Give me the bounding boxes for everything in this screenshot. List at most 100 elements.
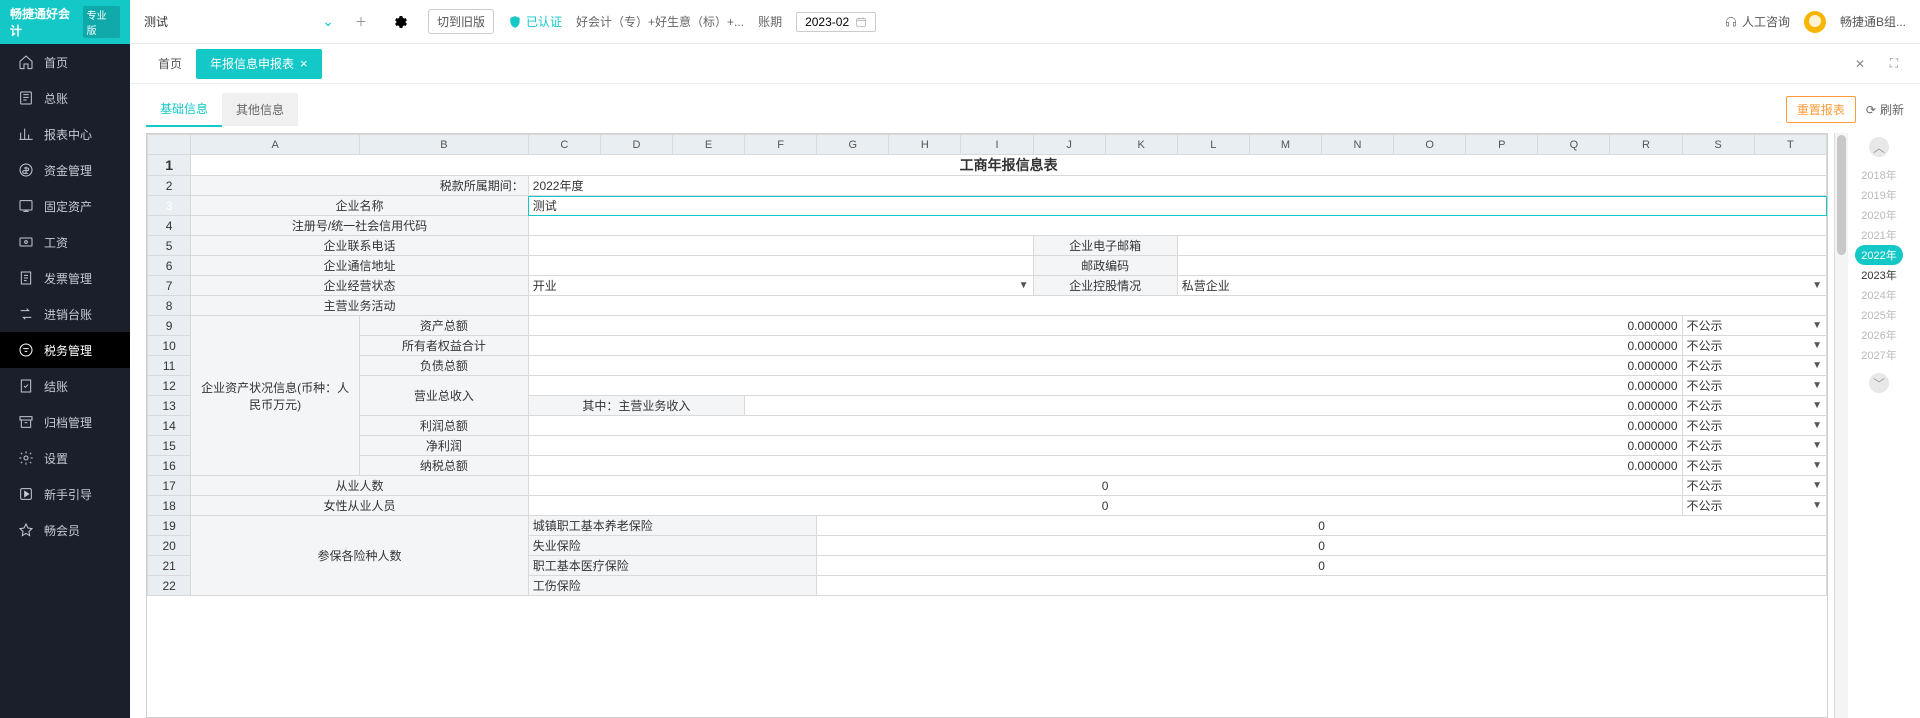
- col-header[interactable]: N: [1321, 135, 1393, 155]
- year-option[interactable]: 2018年: [1855, 165, 1902, 185]
- row-header[interactable]: 5: [148, 236, 191, 256]
- cell[interactable]: 0.000000: [528, 336, 1682, 356]
- subtab-other[interactable]: 其他信息: [222, 93, 298, 126]
- chevron-down-icon[interactable]: ▼: [1019, 280, 1029, 291]
- cell[interactable]: 不公示▼: [1682, 316, 1826, 336]
- tab-annual-report[interactable]: 年报信息申报表 ×: [196, 49, 322, 79]
- cell[interactable]: 企业电子邮箱: [1033, 236, 1177, 256]
- row-header[interactable]: 11: [148, 356, 191, 376]
- cell[interactable]: 失业保险: [528, 536, 816, 556]
- cell[interactable]: 税款所属期间：: [191, 176, 529, 196]
- year-prev-button[interactable]: ︿: [1869, 137, 1889, 157]
- company-selector[interactable]: 测试 ⌄: [144, 8, 334, 36]
- tab-home[interactable]: 首页: [144, 44, 196, 84]
- cell[interactable]: 净利润: [360, 436, 529, 456]
- sidebar-item-guide[interactable]: 新手引导: [0, 476, 130, 512]
- cell[interactable]: 其中：主营业务收入: [528, 396, 744, 416]
- cell[interactable]: 不公示▼: [1682, 456, 1826, 476]
- cell[interactable]: 女性从业人员: [191, 496, 529, 516]
- cell[interactable]: 企业联系电话: [191, 236, 529, 256]
- row-header[interactable]: 9: [148, 316, 191, 336]
- year-option[interactable]: 2021年: [1855, 225, 1902, 245]
- user-avatar[interactable]: [1804, 11, 1826, 33]
- col-header[interactable]: L: [1177, 135, 1249, 155]
- cell[interactable]: 0.000000: [528, 456, 1682, 476]
- year-option[interactable]: 2019年: [1855, 185, 1902, 205]
- cell[interactable]: 0: [817, 536, 1827, 556]
- row-header[interactable]: 6: [148, 256, 191, 276]
- cell[interactable]: 不公示▼: [1682, 496, 1826, 516]
- cell[interactable]: 资产总额: [360, 316, 529, 336]
- cell[interactable]: 城镇职工基本养老保险: [528, 516, 816, 536]
- sidebar-item-settings[interactable]: 设置: [0, 440, 130, 476]
- year-option[interactable]: 2024年: [1855, 285, 1902, 305]
- refresh-button[interactable]: ⟳ 刷新: [1866, 101, 1904, 118]
- year-option[interactable]: 2023年: [1855, 265, 1902, 285]
- col-header[interactable]: C: [528, 135, 600, 155]
- year-option[interactable]: 2022年: [1855, 245, 1902, 265]
- cell[interactable]: 工伤保险: [528, 576, 816, 596]
- cell[interactable]: 测试: [528, 196, 1826, 216]
- col-header[interactable]: [148, 135, 191, 155]
- cell[interactable]: [528, 296, 1826, 316]
- year-option[interactable]: 2027年: [1855, 345, 1902, 365]
- cell[interactable]: 0.000000: [528, 356, 1682, 376]
- cell[interactable]: [1177, 236, 1826, 256]
- col-header[interactable]: P: [1466, 135, 1538, 155]
- row-header[interactable]: 21: [148, 556, 191, 576]
- sidebar-item-inout[interactable]: 进销台账: [0, 296, 130, 332]
- row-header[interactable]: 15: [148, 436, 191, 456]
- col-header[interactable]: F: [745, 135, 817, 155]
- vertical-scrollbar[interactable]: [1834, 133, 1848, 718]
- cell[interactable]: 不公示▼: [1682, 476, 1826, 496]
- period-selector[interactable]: 2023-02: [796, 12, 876, 32]
- spreadsheet[interactable]: ABCDEFGHIJKLMNOPQRST 1工商年报信息表2税款所属期间：202…: [146, 133, 1828, 718]
- company-settings-button[interactable]: [388, 9, 414, 35]
- cell[interactable]: 不公示▼: [1682, 376, 1826, 396]
- chevron-down-icon[interactable]: ▼: [1812, 460, 1822, 471]
- cell[interactable]: 企业经营状态: [191, 276, 529, 296]
- chevron-down-icon[interactable]: ▼: [1812, 500, 1822, 511]
- year-option[interactable]: 2026年: [1855, 325, 1902, 345]
- sidebar-item-home[interactable]: 首页: [0, 44, 130, 80]
- chevron-down-icon[interactable]: ▼: [1812, 280, 1822, 291]
- cell[interactable]: 注册号/统一社会信用代码: [191, 216, 529, 236]
- sidebar-item-vip[interactable]: 畅会员: [0, 512, 130, 548]
- col-header[interactable]: B: [360, 135, 529, 155]
- row-header[interactable]: 16: [148, 456, 191, 476]
- cell[interactable]: [528, 236, 1033, 256]
- cell[interactable]: 0.000000: [528, 376, 1682, 396]
- cell[interactable]: [1177, 256, 1826, 276]
- add-company-button[interactable]: ＋: [348, 9, 374, 35]
- chevron-down-icon[interactable]: ▼: [1812, 440, 1822, 451]
- col-header[interactable]: O: [1394, 135, 1466, 155]
- cell[interactable]: 0: [817, 516, 1827, 536]
- cell[interactable]: 从业人数: [191, 476, 529, 496]
- cell[interactable]: 2022年度: [528, 176, 1826, 196]
- row-header[interactable]: 10: [148, 336, 191, 356]
- col-header[interactable]: H: [889, 135, 961, 155]
- col-header[interactable]: R: [1610, 135, 1682, 155]
- col-header[interactable]: T: [1754, 135, 1826, 155]
- cell[interactable]: 0.000000: [528, 436, 1682, 456]
- chevron-down-icon[interactable]: ▼: [1812, 380, 1822, 391]
- cell[interactable]: 0.000000: [745, 396, 1682, 416]
- cell[interactable]: 0: [817, 556, 1827, 576]
- year-option[interactable]: 2025年: [1855, 305, 1902, 325]
- cell[interactable]: [528, 256, 1033, 276]
- cell[interactable]: 不公示▼: [1682, 396, 1826, 416]
- cell[interactable]: 企业控股情况: [1033, 276, 1177, 296]
- sidebar-item-chart[interactable]: 报表中心: [0, 116, 130, 152]
- row-header[interactable]: 13: [148, 396, 191, 416]
- col-header[interactable]: K: [1105, 135, 1177, 155]
- cell[interactable]: 不公示▼: [1682, 416, 1826, 436]
- cell[interactable]: 所有者权益合计: [360, 336, 529, 356]
- cell[interactable]: 不公示▼: [1682, 336, 1826, 356]
- col-header[interactable]: E: [672, 135, 744, 155]
- chevron-down-icon[interactable]: ▼: [1812, 420, 1822, 431]
- close-all-tabs-button[interactable]: ✕: [1848, 52, 1872, 76]
- scrollbar-thumb[interactable]: [1837, 135, 1846, 255]
- col-header[interactable]: D: [600, 135, 672, 155]
- row-header[interactable]: 18: [148, 496, 191, 516]
- year-option[interactable]: 2020年: [1855, 205, 1902, 225]
